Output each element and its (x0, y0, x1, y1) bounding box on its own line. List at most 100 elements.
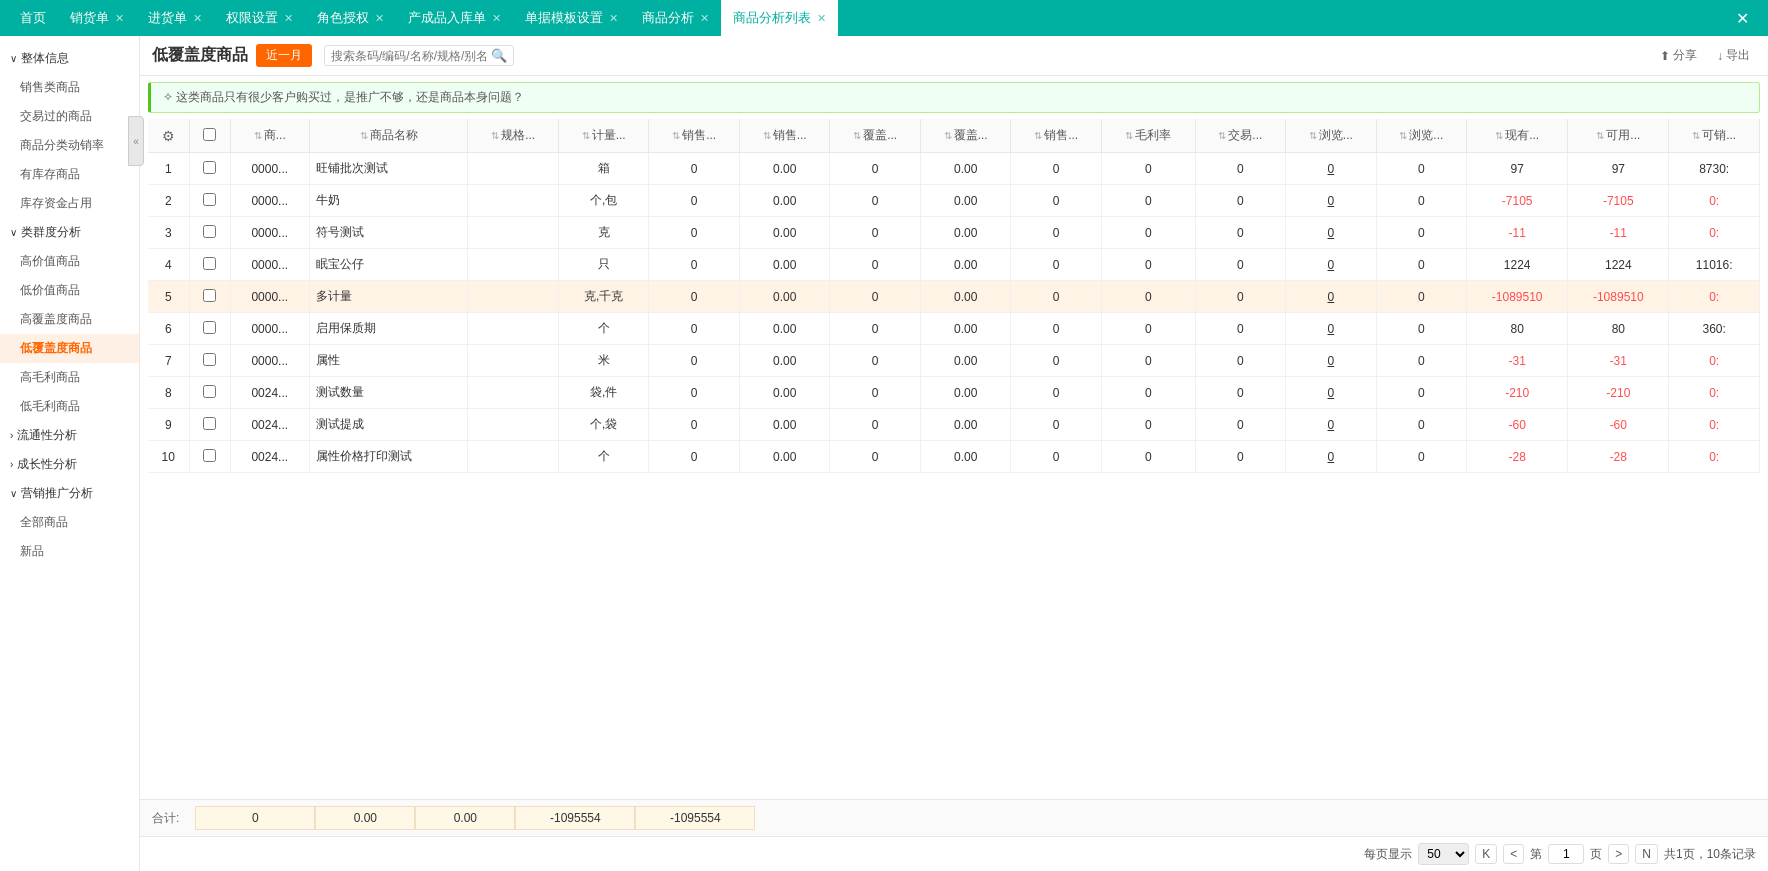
sidebar-item-low-value[interactable]: 低价值商品 (0, 276, 139, 305)
nav-item-purchase[interactable]: 进货单 ✕ (136, 0, 214, 36)
select-all-checkbox[interactable] (203, 128, 216, 141)
search-icon[interactable]: 🔍 (491, 48, 507, 63)
close-icon[interactable]: ✕ (817, 12, 826, 25)
sidebar-item-high-value[interactable]: 高价值商品 (0, 247, 139, 276)
close-icon[interactable]: ✕ (115, 12, 124, 25)
col-trade[interactable]: ⇅交易... (1195, 119, 1286, 153)
last-page-button[interactable]: N (1635, 844, 1658, 864)
col-spec[interactable]: ⇅规格... (468, 119, 559, 153)
col-saleable[interactable]: ⇅可销... (1669, 119, 1760, 153)
close-icon[interactable]: ✕ (284, 12, 293, 25)
row-select-checkbox[interactable] (203, 161, 216, 174)
row-browse1[interactable]: 0 (1286, 409, 1377, 441)
col-settings[interactable]: ⚙ (148, 119, 189, 153)
col-current-stock[interactable]: ⇅现有... (1467, 119, 1568, 153)
window-close-button[interactable]: ✕ (1724, 0, 1760, 36)
sidebar-item-stock-capital[interactable]: 库存资金占用 (0, 189, 139, 218)
row-browse1[interactable]: 0 (1286, 281, 1377, 313)
close-icon[interactable]: ✕ (700, 12, 709, 25)
sidebar-item-high-margin[interactable]: 高毛利商品 (0, 363, 139, 392)
row-select-checkbox[interactable] (203, 289, 216, 302)
prev-page-button[interactable]: < (1503, 844, 1524, 864)
col-checkbox[interactable] (189, 119, 230, 153)
nav-item-home[interactable]: 首页 (8, 0, 58, 36)
filter-recent-month-button[interactable]: 近一月 (256, 44, 312, 67)
sidebar-item-new-products[interactable]: 新品 (0, 537, 139, 566)
row-browse1[interactable]: 0 (1286, 217, 1377, 249)
row-checkbox[interactable] (189, 345, 230, 377)
sidebar-section-marketing[interactable]: ∨ 营销推广分析 (0, 479, 139, 508)
close-icon[interactable]: ✕ (375, 12, 384, 25)
col-gross-margin[interactable]: ⇅毛利率 (1101, 119, 1195, 153)
row-select-checkbox[interactable] (203, 257, 216, 270)
export-button[interactable]: ↓ 导出 (1711, 45, 1756, 66)
row-select-checkbox[interactable] (203, 353, 216, 366)
col-cover1[interactable]: ⇅覆盖... (830, 119, 921, 153)
nav-item-template-settings[interactable]: 单据模板设置 ✕ (513, 0, 630, 36)
sidebar-item-traded-products[interactable]: 交易过的商品 (0, 102, 139, 131)
row-select-checkbox[interactable] (203, 193, 216, 206)
next-page-button[interactable]: > (1608, 844, 1629, 864)
page-number-input[interactable] (1548, 844, 1584, 864)
sidebar-section-cluster[interactable]: ∨ 类群度分析 (0, 218, 139, 247)
sidebar-section-overall[interactable]: ∨ 整体信息 (0, 44, 139, 73)
row-browse1[interactable]: 0 (1286, 313, 1377, 345)
nav-item-roles[interactable]: 角色授权 ✕ (305, 0, 396, 36)
row-checkbox[interactable] (189, 153, 230, 185)
row-checkbox[interactable] (189, 441, 230, 473)
col-name[interactable]: ⇅商品名称 (309, 119, 468, 153)
close-icon[interactable]: ✕ (609, 12, 618, 25)
row-browse1[interactable]: 0 (1286, 249, 1377, 281)
col-sale3[interactable]: ⇅销售... (1011, 119, 1102, 153)
col-browse2[interactable]: ⇅浏览... (1376, 119, 1467, 153)
row-checkbox[interactable] (189, 217, 230, 249)
col-unit[interactable]: ⇅计量... (558, 119, 649, 153)
row-checkbox[interactable] (189, 185, 230, 217)
row-browse1[interactable]: 0 (1286, 441, 1377, 473)
nav-item-permissions[interactable]: 权限设置 ✕ (214, 0, 305, 36)
row-checkbox[interactable] (189, 409, 230, 441)
row-browse1[interactable]: 0 (1286, 153, 1377, 185)
first-page-button[interactable]: K (1475, 844, 1497, 864)
row-select-checkbox[interactable] (203, 449, 216, 462)
nav-item-sales[interactable]: 销货单 ✕ (58, 0, 136, 36)
nav-item-product-analysis-list[interactable]: 商品分析列表 ✕ (721, 0, 838, 36)
row-select-checkbox[interactable] (203, 225, 216, 238)
close-icon[interactable]: ✕ (193, 12, 202, 25)
settings-icon[interactable]: ⚙ (162, 128, 175, 144)
row-browse1[interactable]: 0 (1286, 377, 1377, 409)
sidebar-item-in-stock-products[interactable]: 有库存商品 (0, 160, 139, 189)
row-checkbox[interactable] (189, 377, 230, 409)
row-select-checkbox[interactable] (203, 321, 216, 334)
col-sale-count[interactable]: ⇅销售... (649, 119, 740, 153)
row-spec (468, 185, 559, 217)
sidebar-section-growth[interactable]: › 成长性分析 (0, 450, 139, 479)
row-checkbox[interactable] (189, 249, 230, 281)
close-icon[interactable]: ✕ (492, 12, 501, 25)
share-button[interactable]: ⬆ 分享 (1654, 45, 1703, 66)
table-wrapper[interactable]: ⚙ ⇅商... ⇅商品名称 ⇅规格... ⇅计量... ⇅销售... ⇅销售..… (140, 119, 1768, 799)
sidebar-item-low-margin[interactable]: 低毛利商品 (0, 392, 139, 421)
row-select-checkbox[interactable] (203, 417, 216, 430)
sidebar-item-category-sales-rate[interactable]: 商品分类动销率 (0, 131, 139, 160)
nav-item-finished-goods[interactable]: 产成品入库单 ✕ (396, 0, 513, 36)
sidebar-item-high-coverage[interactable]: 高覆盖度商品 (0, 305, 139, 334)
row-browse1[interactable]: 0 (1286, 345, 1377, 377)
col-code[interactable]: ⇅商... (230, 119, 309, 153)
sidebar-item-all-products[interactable]: 全部商品 (0, 508, 139, 537)
page-size-select[interactable]: 50 100 200 (1418, 843, 1469, 865)
row-checkbox[interactable] (189, 313, 230, 345)
sidebar-collapse-button[interactable]: « (128, 116, 144, 166)
row-select-checkbox[interactable] (203, 385, 216, 398)
col-browse1[interactable]: ⇅浏览... (1286, 119, 1377, 153)
row-browse1[interactable]: 0 (1286, 185, 1377, 217)
search-input[interactable] (331, 49, 491, 63)
col-cover2[interactable]: ⇅覆盖... (920, 119, 1011, 153)
col-sale-amount[interactable]: ⇅销售... (739, 119, 830, 153)
sidebar-item-sales-products[interactable]: 销售类商品 (0, 73, 139, 102)
sidebar-section-circulation[interactable]: › 流通性分析 (0, 421, 139, 450)
sidebar-item-low-coverage[interactable]: 低覆盖度商品 (0, 334, 139, 363)
col-usable-stock[interactable]: ⇅可用... (1568, 119, 1669, 153)
nav-item-product-analysis[interactable]: 商品分析 ✕ (630, 0, 721, 36)
row-checkbox[interactable] (189, 281, 230, 313)
